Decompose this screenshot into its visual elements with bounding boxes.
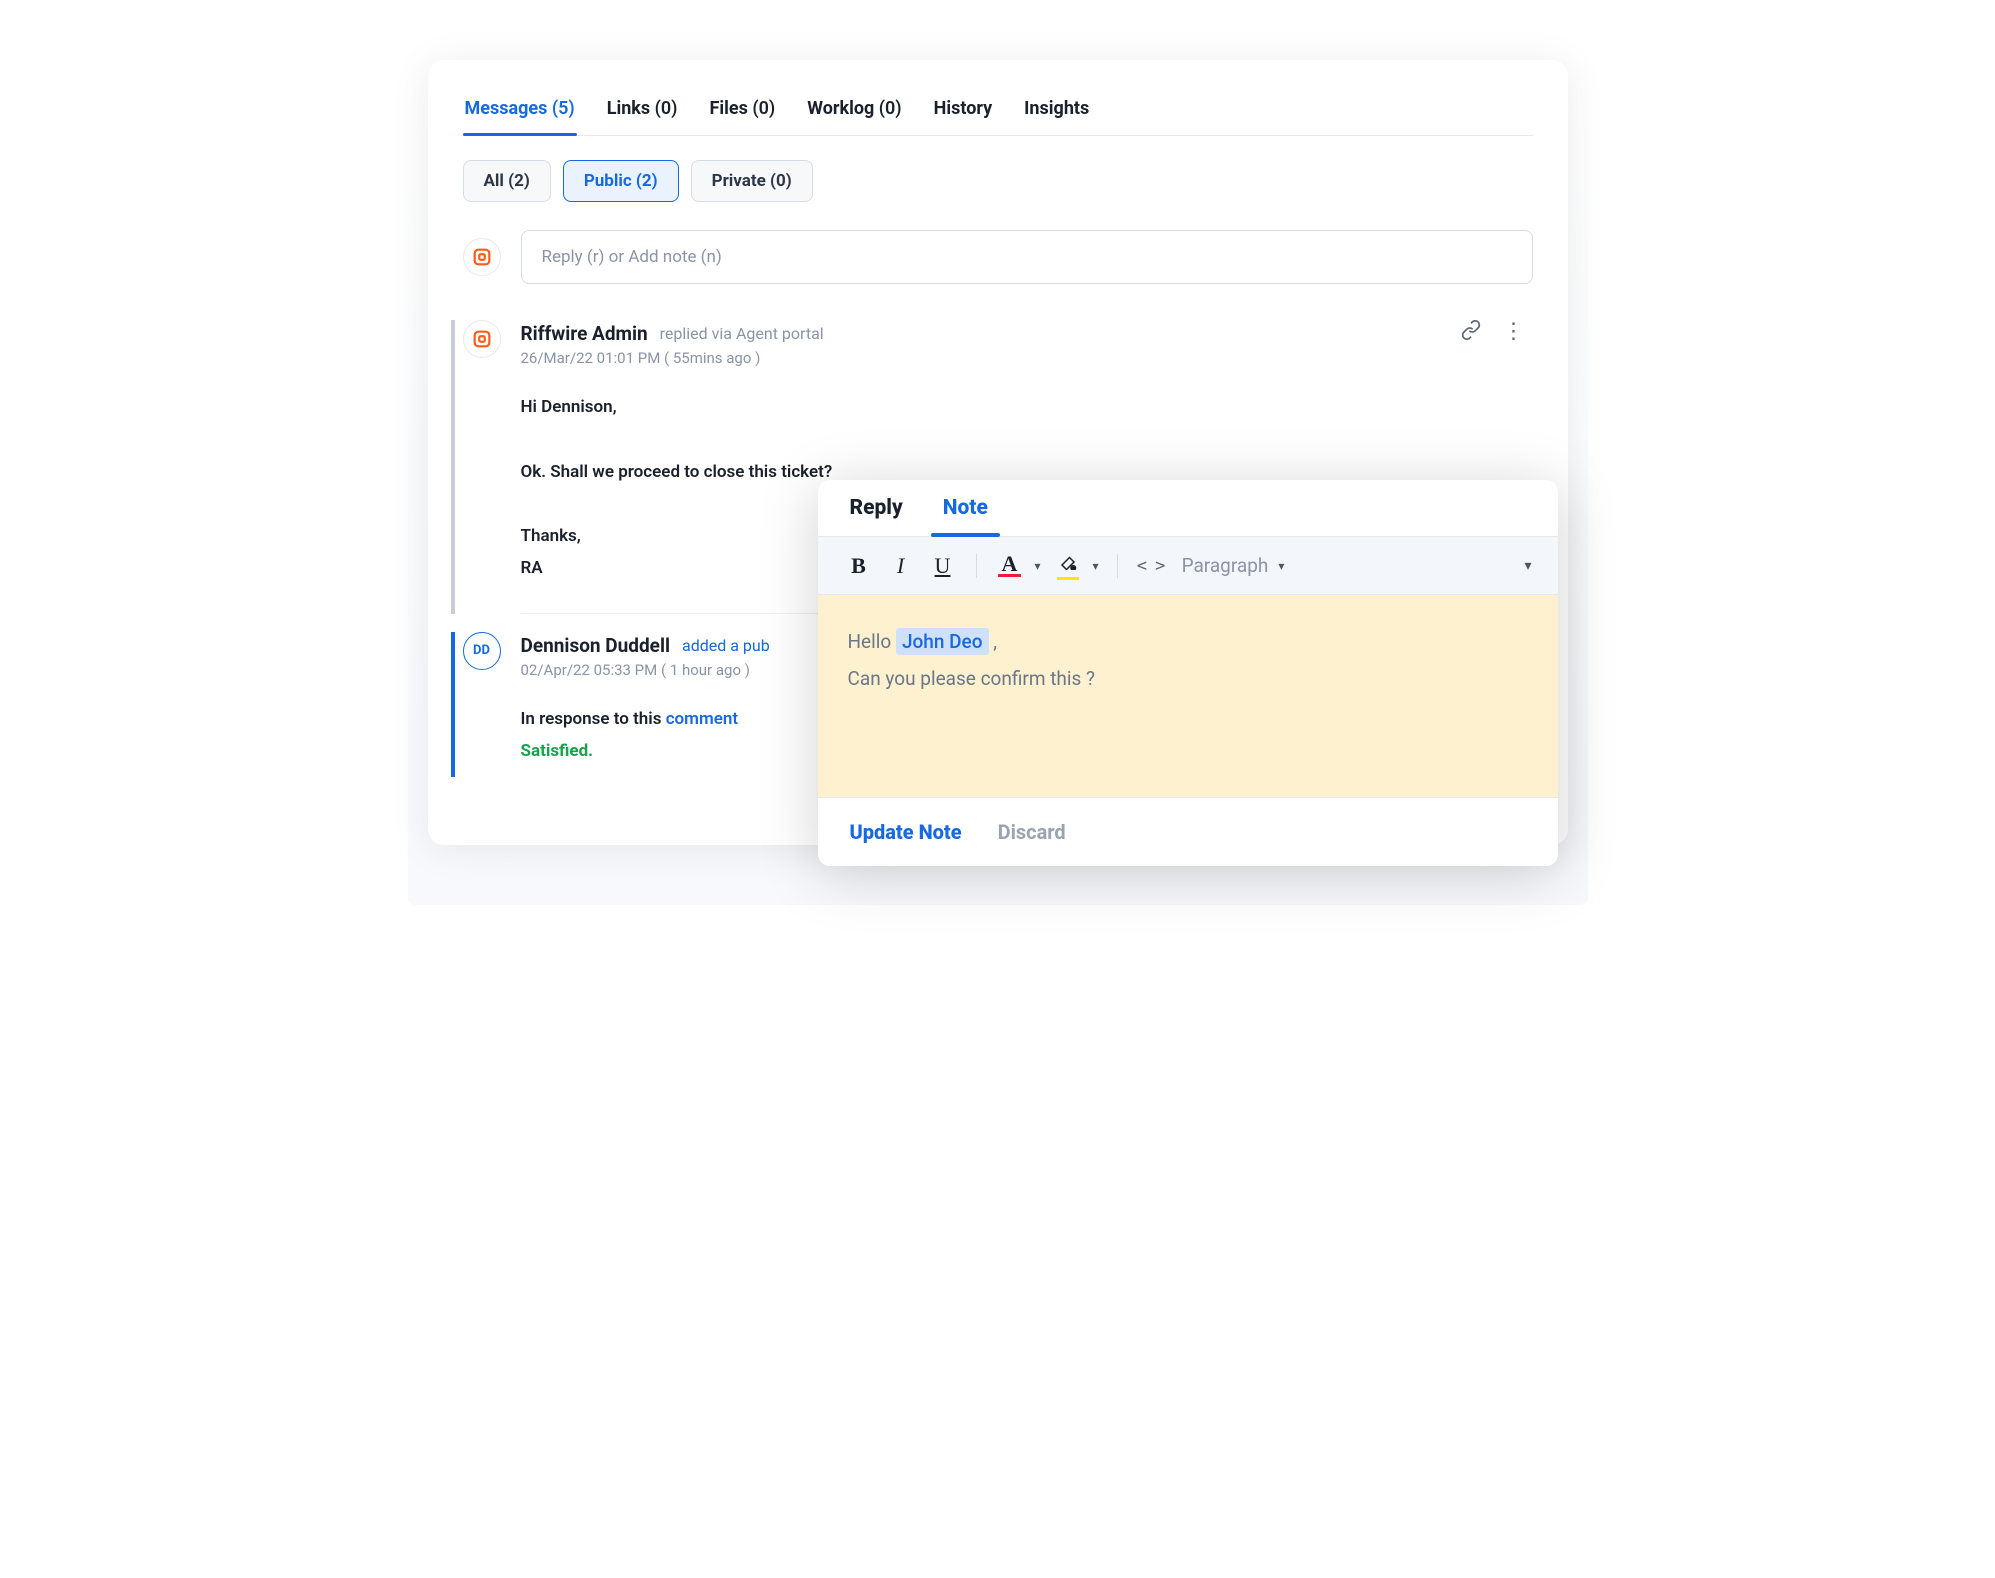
user-mention[interactable]: John Deo xyxy=(896,628,989,655)
note-text: Can you please confirm this ? xyxy=(848,667,1096,690)
highlight-color-button[interactable] xyxy=(1053,551,1083,580)
tab-label: Messages xyxy=(465,98,548,119)
message-action: added a pub xyxy=(682,636,770,655)
note-editor-panel: Reply Note B I U A ▾ xyxy=(818,480,1558,866)
tab-messages[interactable]: Messages (5) xyxy=(463,90,577,135)
satisfaction-label: Satisfied. xyxy=(521,741,594,761)
chevron-down-icon[interactable]: ▾ xyxy=(1093,559,1099,573)
bold-button[interactable]: B xyxy=(844,553,874,579)
text-color-button[interactable]: A xyxy=(995,554,1025,577)
tab-links[interactable]: Links (0) xyxy=(605,90,680,135)
italic-button[interactable]: I xyxy=(886,553,916,579)
message-action: replied via Agent portal xyxy=(660,324,824,343)
reply-input[interactable]: Reply (r) or Add note (n) xyxy=(521,230,1533,284)
filter-public[interactable]: Public (2) xyxy=(563,160,679,202)
author-avatar-icon xyxy=(463,320,501,358)
chevron-down-icon[interactable]: ▾ xyxy=(1035,559,1041,573)
editor-footer: Update Note Discard xyxy=(818,797,1558,866)
discard-button[interactable]: Discard xyxy=(998,820,1066,844)
author-avatar-initials: DD xyxy=(463,632,501,670)
message-author: Dennison Duddell xyxy=(521,634,671,657)
tab-label: Links xyxy=(607,98,650,119)
message-author: Riffwire Admin xyxy=(521,322,648,345)
tab-insights[interactable]: Insights xyxy=(1022,90,1091,135)
note-text: , xyxy=(989,630,997,653)
agent-avatar-icon xyxy=(463,238,501,276)
main-tabs: Messages (5) Links (0) Files (0) Worklog… xyxy=(463,90,1533,136)
tab-label: Insights xyxy=(1024,98,1089,119)
tab-label: Worklog xyxy=(807,98,874,119)
note-text: Hello xyxy=(848,630,892,653)
tab-files[interactable]: Files (0) xyxy=(708,90,778,135)
tab-worklog[interactable]: Worklog (0) xyxy=(805,90,903,135)
filter-all[interactable]: All (2) xyxy=(463,160,551,202)
body-line: Hi Dennison, xyxy=(521,391,1533,423)
reply-row: Reply (r) or Add note (n) xyxy=(463,230,1533,284)
comment-link[interactable]: comment xyxy=(666,709,738,729)
tab-count: (5) xyxy=(552,98,575,119)
editor-tab-reply[interactable]: Reply xyxy=(850,496,903,536)
paragraph-format-select[interactable]: Paragraph xyxy=(1182,554,1269,577)
more-actions-icon[interactable]: ⋮ xyxy=(1503,328,1525,337)
editor-tabs: Reply Note xyxy=(818,480,1558,537)
tab-history[interactable]: History xyxy=(932,90,995,135)
message-timestamp: 26/Mar/22 01:01 PM ( 55mins ago ) xyxy=(521,349,1533,367)
chevron-down-icon[interactable]: ▾ xyxy=(1278,559,1284,573)
tab-label: Files xyxy=(710,98,748,119)
tab-count: (0) xyxy=(752,98,775,119)
toolbar-more-icon[interactable]: ▾ xyxy=(1524,558,1531,574)
editor-toolbar: B I U A ▾ ▾ < > xyxy=(818,537,1558,595)
note-textarea[interactable]: Hello John Deo , Can you please confirm … xyxy=(818,595,1558,797)
editor-tab-note[interactable]: Note xyxy=(943,496,988,536)
update-note-button[interactable]: Update Note xyxy=(850,820,962,844)
message-filters: All (2) Public (2) Private (0) xyxy=(463,160,1533,202)
filter-private[interactable]: Private (0) xyxy=(691,160,813,202)
permalink-icon[interactable] xyxy=(1461,320,1481,344)
body-text: In response to this xyxy=(521,709,666,729)
tab-label: History xyxy=(934,98,993,119)
code-block-button[interactable]: < > xyxy=(1136,556,1166,576)
tab-count: (0) xyxy=(879,98,902,119)
tab-count: (0) xyxy=(655,98,678,119)
underline-button[interactable]: U xyxy=(928,553,958,579)
